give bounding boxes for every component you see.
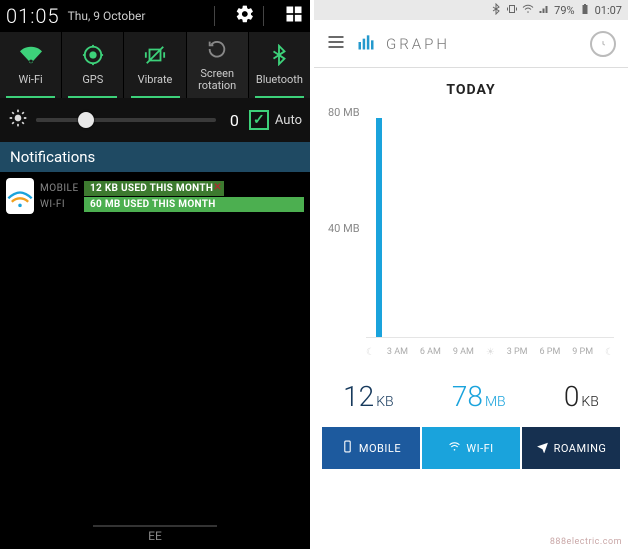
toggle-label: Screen rotation	[187, 68, 248, 92]
app-logo-icon	[356, 32, 376, 56]
quick-toggles-row: Wi-Fi GPS Vibrate Screen rotation Blueto…	[0, 32, 310, 98]
toggle-gps[interactable]: GPS	[62, 32, 124, 98]
close-icon[interactable]: ✕	[213, 182, 222, 193]
brightness-icon	[8, 108, 28, 132]
usage-row-label: MOBILE	[40, 183, 84, 194]
usage-stats-row: 12KB 78MB 0KB	[314, 364, 628, 427]
app-header: GRAPH	[314, 20, 628, 68]
bluetooth-icon	[490, 3, 502, 18]
chart-plot-area	[366, 112, 614, 338]
moon-icon: ☾	[605, 347, 614, 358]
android-notification-shade: 01:05 Thu, 9 October Wi-Fi GPS Vibrate	[0, 0, 310, 549]
slider-thumb[interactable]	[78, 112, 94, 128]
divider	[214, 6, 215, 26]
carrier-label: EE	[0, 529, 310, 543]
notifications-header: Notifications	[0, 142, 310, 172]
stat-roaming: 0KB	[564, 380, 599, 413]
history-clock-icon[interactable]	[590, 31, 616, 57]
status-bar: 01:05 Thu, 9 October	[0, 0, 310, 32]
wifi-icon	[20, 44, 42, 70]
x-tick: 9 PM	[572, 347, 593, 358]
notification-body: MOBILE 12 KB USED THIS MONTH ✕ WI-FI 60 …	[40, 180, 304, 213]
x-tick: 3 AM	[387, 347, 408, 358]
status-date: Thu, 9 October	[68, 9, 146, 23]
toggle-vibrate[interactable]: Vibrate	[124, 32, 186, 98]
tab-label: MOBILE	[359, 442, 401, 455]
tab-roaming[interactable]: ROAMING	[522, 427, 620, 469]
toggle-bluetooth[interactable]: Bluetooth	[249, 32, 310, 98]
divider	[263, 6, 264, 26]
sun-icon: ☀	[486, 347, 495, 358]
airplane-icon	[536, 440, 549, 456]
status-bar: 79% 01:07	[314, 0, 628, 20]
clock-time: 01:05	[6, 4, 60, 28]
wifi-icon	[448, 440, 461, 456]
moon-icon: ☾	[366, 347, 375, 358]
usage-bar-wifi: 60 MB USED THIS MONTH	[84, 197, 304, 212]
brightness-row: 0 ✓ Auto	[0, 98, 310, 142]
toggle-wifi[interactable]: Wi-Fi	[0, 32, 62, 98]
page-title: GRAPH	[386, 35, 450, 53]
notification-item[interactable]: MOBILE 12 KB USED THIS MONTH ✕ WI-FI 60 …	[0, 172, 310, 222]
stat-mobile: 12KB	[343, 380, 394, 413]
settings-gear-icon[interactable]	[235, 4, 255, 28]
bluetooth-icon	[268, 44, 290, 70]
brightness-value: 0	[230, 111, 239, 130]
usage-chart: 80 MB 40 MB ☾ 3 AM 6 AM 9 AM ☀ 3 PM 6 PM…	[328, 104, 614, 364]
chart-title: TODAY	[314, 68, 628, 104]
vibrate-icon	[506, 3, 518, 18]
toggle-label: Bluetooth	[256, 74, 303, 86]
signal-icon	[538, 3, 550, 18]
x-tick: 6 PM	[539, 347, 560, 358]
tab-mobile[interactable]: MOBILE	[322, 427, 420, 469]
auto-brightness-checkbox[interactable]: ✓	[249, 110, 269, 130]
auto-brightness-label: Auto	[275, 113, 302, 128]
tab-wifi[interactable]: WI-FI	[422, 427, 520, 469]
stat-wifi: 78MB	[452, 380, 506, 413]
x-tick: 9 AM	[453, 347, 474, 358]
brightness-slider[interactable]	[36, 118, 216, 122]
rotate-icon	[206, 38, 228, 64]
gps-icon	[82, 44, 104, 70]
usage-row-label: WI-FI	[40, 199, 84, 210]
hamburger-menu-icon[interactable]	[326, 32, 346, 56]
battery-icon	[579, 3, 591, 18]
chart-bar	[376, 118, 382, 337]
battery-percent: 79%	[554, 4, 574, 17]
clock-time: 01:07	[595, 4, 622, 17]
tab-label: WI-FI	[466, 442, 493, 455]
shade-drag-handle[interactable]	[93, 525, 217, 527]
app-icon	[6, 178, 34, 214]
x-axis-labels: ☾ 3 AM 6 AM 9 AM ☀ 3 PM 6 PM 9 PM ☾	[366, 347, 614, 358]
category-tabs: MOBILE WI-FI ROAMING	[322, 427, 620, 469]
y-tick: 80 MB	[328, 106, 360, 119]
toggle-label: Vibrate	[138, 74, 173, 86]
watermark: 888electric.com	[550, 537, 622, 547]
x-tick: 6 AM	[420, 347, 441, 358]
quicksettings-grid-icon[interactable]	[284, 4, 304, 28]
usage-bar-mobile: 12 KB USED THIS MONTH ✕	[84, 181, 224, 196]
toggle-label: GPS	[82, 74, 103, 86]
phone-icon	[341, 440, 354, 456]
x-tick: 3 PM	[507, 347, 528, 358]
data-usage-app: 79% 01:07 GRAPH TODAY 80 MB 40 MB ☾ 3 AM…	[314, 0, 628, 549]
tab-label: ROAMING	[554, 442, 607, 455]
vibrate-icon	[144, 44, 166, 70]
wifi-icon	[522, 3, 534, 18]
toggle-screen-rotation[interactable]: Screen rotation	[187, 32, 249, 98]
y-tick: 40 MB	[328, 222, 360, 235]
toggle-label: Wi-Fi	[18, 74, 42, 86]
